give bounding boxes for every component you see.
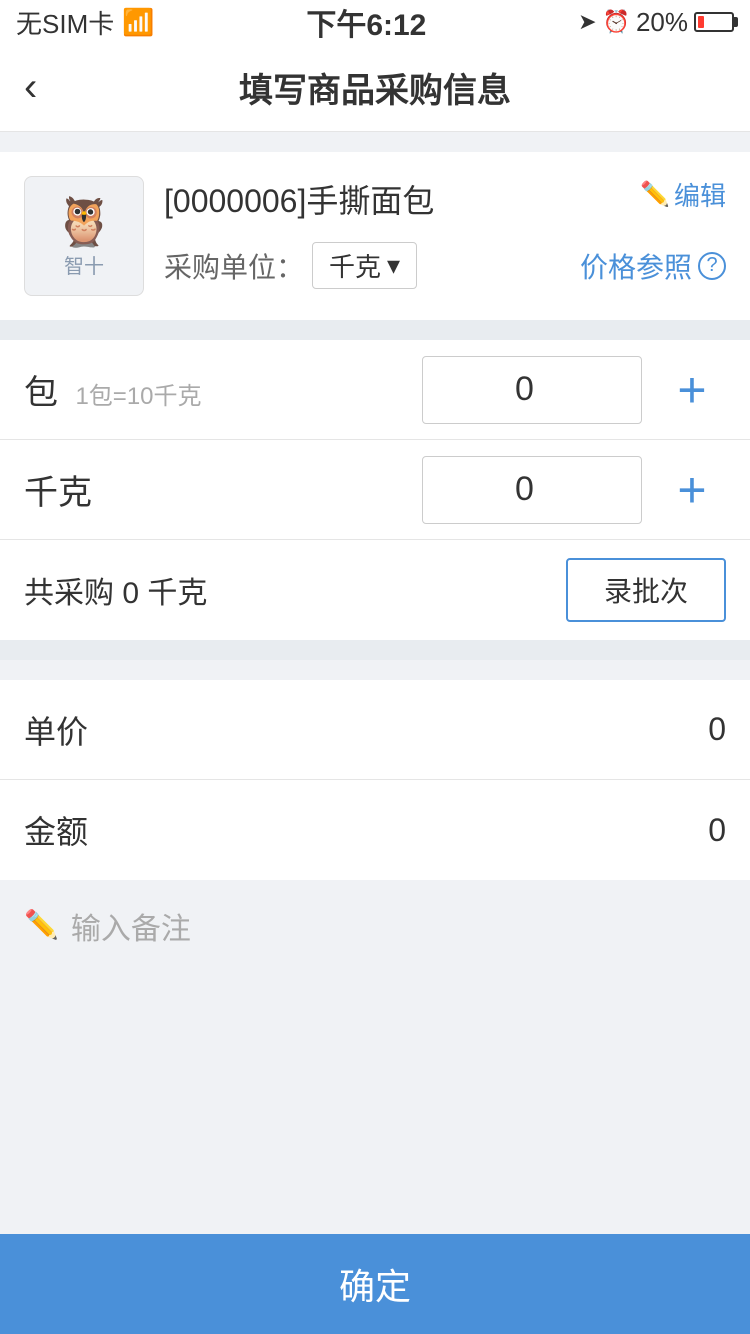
kg-field-wrap: + [104, 456, 726, 524]
product-details: [0000006]手撕面包 ✏️ 编辑 采购单位： 千克 ▾ 价格参照 [164, 176, 726, 289]
batch-button[interactable]: 录批次 [566, 558, 726, 622]
amount-value: 0 [708, 812, 726, 849]
total-label: 共采购 [24, 577, 114, 610]
sim-icon: 📶 [122, 7, 154, 38]
page-title: 填写商品采购信息 [239, 63, 511, 112]
product-name-row: [0000006]手撕面包 ✏️ 编辑 [164, 176, 726, 222]
bag-quantity-input[interactable] [422, 356, 642, 424]
battery-percent: 20% [636, 7, 688, 38]
bottom-spacer [0, 980, 750, 1080]
bag-sub-label: 1包=10千克 [75, 383, 201, 410]
main-content: 🦉 智十 [0000006]手撕面包 ✏️ 编辑 采购单位： 千克 ▾ [0, 152, 750, 1254]
location-icon: ➤ [578, 9, 596, 35]
unit-price-row: 单价 0 [0, 680, 750, 780]
product-logo-icon: 🦉 [54, 193, 114, 250]
section-divider-1 [0, 320, 750, 340]
section-divider-2 [0, 640, 750, 660]
amount-label: 金额 [24, 807, 88, 853]
total-value: 0 [122, 577, 139, 610]
unit-price-value: 0 [708, 711, 726, 748]
edit-button[interactable]: ✏️ 编辑 [640, 176, 726, 213]
price-ref-button[interactable]: 价格参照 ? [580, 246, 726, 286]
remark-section[interactable]: ✏️ 输入备注 [0, 880, 750, 980]
edit-icon: ✏️ [640, 180, 670, 209]
kg-plus-button[interactable]: + [658, 456, 726, 524]
info-icon: ? [698, 252, 726, 280]
product-image: 🦉 智十 [24, 176, 144, 296]
price-ref-label: 价格参照 [580, 246, 692, 286]
unit-row: 采购单位： 千克 ▾ 价格参照 ? [164, 242, 726, 289]
batch-label: 录批次 [604, 570, 688, 610]
product-card: 🦉 智十 [0000006]手撕面包 ✏️ 编辑 采购单位： 千克 ▾ [0, 152, 750, 320]
carrier-label: 无SIM卡 [16, 4, 114, 41]
summary-text: 共采购 0 千克 [24, 568, 207, 612]
back-button[interactable]: ‹ [24, 65, 37, 110]
kg-input-row: 千克 + [0, 440, 750, 540]
price-section: 单价 0 金额 0 [0, 680, 750, 880]
nav-bar: ‹ 填写商品采购信息 [0, 44, 750, 132]
confirm-button-label: 确定 [339, 1258, 411, 1310]
battery-icon [694, 12, 734, 32]
unit-select[interactable]: 千克 ▾ [312, 242, 417, 289]
edit-label: 编辑 [674, 176, 726, 213]
status-bar: 无SIM卡 📶 下午6:12 ➤ ⏰ 20% [0, 0, 750, 44]
total-unit: 千克 [147, 577, 207, 610]
product-full-name: [0000006]手撕面包 [164, 176, 434, 222]
confirm-bar[interactable]: 确定 [0, 1234, 750, 1334]
summary-row: 共采购 0 千克 录批次 [0, 540, 750, 640]
bag-input-row: 包 1包=10千克 + [0, 340, 750, 440]
unit-value: 千克 [329, 247, 381, 284]
remark-placeholder: 输入备注 [71, 904, 191, 948]
input-section: 包 1包=10千克 + 千克 + 共采购 0 千克 录批次 [0, 340, 750, 640]
logo-text: 智十 [54, 250, 114, 279]
unit-label: 采购单位： 千克 ▾ [164, 242, 417, 289]
pencil-icon: ✏️ [24, 908, 59, 941]
status-time: 下午6:12 [306, 0, 426, 44]
dropdown-arrow-icon: ▾ [387, 250, 400, 281]
bag-label: 包 1包=10千克 [24, 365, 202, 414]
kg-quantity-input[interactable] [422, 456, 642, 524]
amount-row: 金额 0 [0, 780, 750, 880]
bag-plus-button[interactable]: + [658, 356, 726, 424]
status-right: ➤ ⏰ 20% [578, 7, 734, 38]
back-icon: ‹ [24, 65, 37, 109]
kg-label: 千克 [24, 465, 104, 514]
bag-field-wrap: + [202, 356, 726, 424]
unit-price-label: 单价 [24, 707, 88, 753]
status-left: 无SIM卡 📶 [16, 4, 155, 41]
alarm-icon: ⏰ [603, 9, 630, 35]
unit-label-text: 采购单位： [164, 246, 304, 286]
